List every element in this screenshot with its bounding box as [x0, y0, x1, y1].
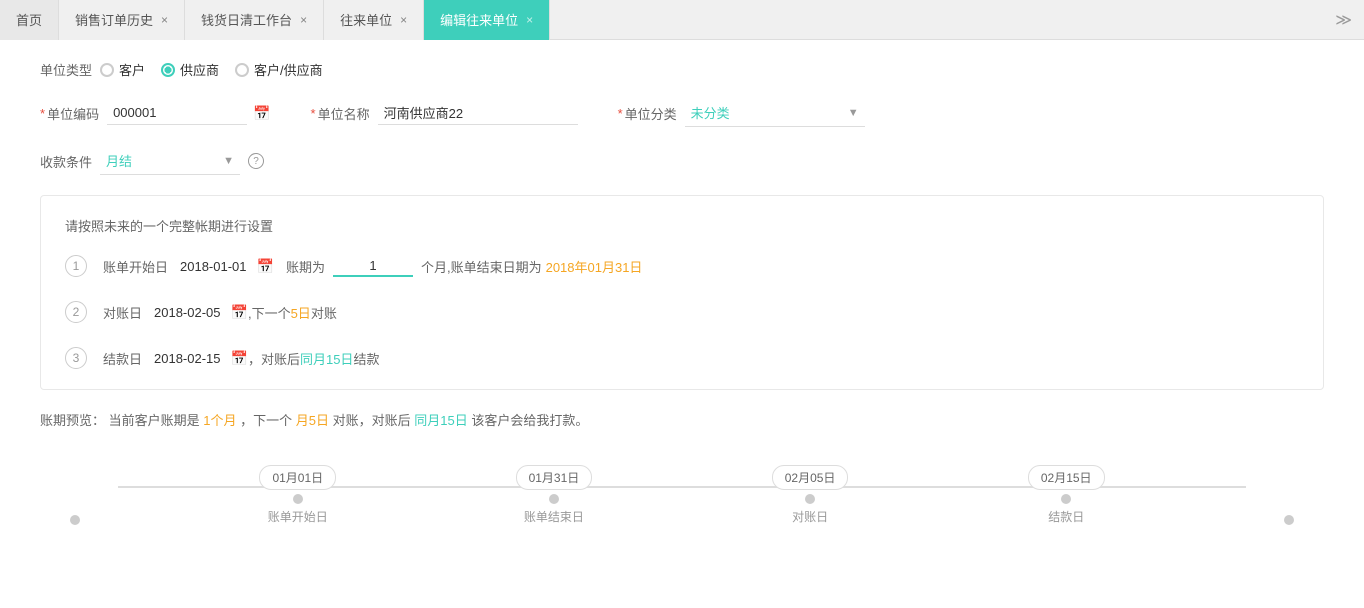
- payment-period-section: 请按照未来的一个完整帐期进行设置 1 账单开始日 2018-01-01 📅 账期…: [40, 195, 1324, 390]
- radio-customer-supplier[interactable]: 客户/供应商: [235, 60, 323, 79]
- tl-label-3: 02月05日: [772, 465, 849, 490]
- timeline-wrapper: 01月01日 账单开始日 01月31日 账单结束日 02月05日 对账日 02月…: [40, 465, 1324, 525]
- payment-cond-label: 收款条件: [40, 152, 92, 171]
- chevron-down-icon: ▼: [223, 155, 234, 167]
- step-3-highlight: 同月15日: [300, 349, 353, 368]
- preview-highlight-2: 月5日: [296, 413, 329, 428]
- radio-supplier[interactable]: 供应商: [161, 60, 219, 79]
- close-icon[interactable]: ×: [526, 13, 533, 27]
- preview-row: 账期预览： 当前客户账期是 1个月 ，下一个 月5日 对账，对账后 同月15日 …: [40, 410, 1324, 449]
- step-3-desc-suffix: 结款: [353, 349, 379, 368]
- step-2-desc-prefix: ,下一个: [248, 303, 291, 322]
- preview-highlight-3: 同月15日: [414, 413, 467, 428]
- tab-partner[interactable]: 往来单位 ×: [324, 0, 424, 40]
- unit-category-select[interactable]: 未分类 ▼: [685, 99, 865, 127]
- step-1-label: 账单开始日: [103, 257, 168, 276]
- tab-edit-partner[interactable]: 编辑往来单位 ×: [424, 0, 550, 40]
- step-1-suffix-before: 账期为: [286, 257, 325, 276]
- step-2-num: 2: [65, 301, 87, 323]
- step-2-date: 2018-02-05: [154, 305, 221, 320]
- timeline-start-dot: [70, 499, 80, 525]
- required-star-cat: *: [618, 106, 623, 121]
- close-icon[interactable]: ×: [161, 13, 168, 27]
- preview-highlight-1: 1个月: [203, 413, 236, 428]
- expand-tabs-button[interactable]: ≫: [1323, 0, 1364, 40]
- tl-label-2: 01月31日: [516, 465, 593, 490]
- payment-cond-select[interactable]: 月结 ▼: [100, 147, 240, 175]
- unit-code-label: 单位编码: [47, 104, 99, 123]
- tl-dot-2: [549, 494, 559, 504]
- timeline-points: 01月01日 账单开始日 01月31日 账单结束日 02月05日 对账日 02月…: [70, 465, 1294, 525]
- step-1-num: 1: [65, 255, 87, 277]
- step-2-label: 对账日: [103, 303, 142, 322]
- tl-desc-1: 账单开始日: [268, 508, 328, 525]
- unit-type-radio-group: 客户 供应商 客户/供应商: [100, 60, 323, 79]
- step-3-date: 2018-02-15: [154, 351, 221, 366]
- payment-cond-row: 收款条件 月结 ▼ ?: [40, 147, 1324, 175]
- unit-code-input[interactable]: [107, 101, 247, 125]
- step-1-date: 2018-01-01: [180, 259, 247, 274]
- radio-customer[interactable]: 客户: [100, 60, 145, 79]
- tabs-bar: 首页 销售订单历史 × 钱货日清工作台 × 往来单位 × 编辑往来单位 × ≫: [0, 0, 1364, 40]
- unit-type-row: 单位类型 客户 供应商 客户/供应商: [40, 60, 1324, 79]
- unit-category-label: 单位分类: [625, 104, 677, 123]
- help-icon[interactable]: ?: [248, 153, 264, 169]
- section-instruction: 请按照未来的一个完整帐期进行设置: [65, 216, 1299, 235]
- tl-desc-4: 结款日: [1048, 508, 1084, 525]
- timeline-point-4: 02月15日 结款日: [1028, 465, 1105, 525]
- step-1-row: 1 账单开始日 2018-01-01 📅 账期为 个月,账单结束日期为 2018…: [65, 255, 1299, 277]
- tab-home[interactable]: 首页: [0, 0, 59, 40]
- tl-label-4: 02月15日: [1028, 465, 1105, 490]
- tab-sales-history[interactable]: 销售订单历史 ×: [59, 0, 185, 40]
- timeline-point-2: 01月31日 账单结束日: [516, 465, 593, 525]
- unit-details-row: * 单位编码 📅 * 单位名称 * 单位分类 未分类 ▼: [40, 99, 1324, 127]
- tl-desc-2: 账单结束日: [524, 508, 584, 525]
- step-3-num: 3: [65, 347, 87, 369]
- period-input[interactable]: [333, 256, 413, 277]
- close-icon[interactable]: ×: [300, 13, 307, 27]
- tl-dot-3: [805, 494, 815, 504]
- tl-label-1: 01月01日: [259, 465, 336, 490]
- step-3-label: 结款日: [103, 349, 142, 368]
- step-1-cal-icon[interactable]: 📅: [257, 258, 274, 275]
- radio-circle-supplier: [161, 63, 175, 77]
- main-content: 单位类型 客户 供应商 客户/供应商 * 单位编码 📅 * 单位名称: [0, 40, 1364, 608]
- step-2-cal-icon[interactable]: 📅: [231, 304, 248, 321]
- tl-dot: [70, 515, 80, 525]
- calendar-icon[interactable]: 📅: [253, 105, 270, 122]
- tl-dot-1: [293, 494, 303, 504]
- step-3-desc-prefix: ，对账后: [248, 349, 300, 368]
- step-2-row: 2 对账日 2018-02-05 📅 ,下一个 5日 对账: [65, 301, 1299, 323]
- timeline-point-3: 02月05日 对账日: [772, 465, 849, 525]
- unit-type-label: 单位类型: [40, 60, 92, 79]
- unit-name-label: 单位名称: [318, 104, 370, 123]
- required-star-code: *: [40, 106, 45, 121]
- step-2-desc-suffix: 对账: [311, 303, 337, 322]
- preview-label: 账期预览： 当前客户账期是 1个月 ，下一个 月5日 对账，对账后 同月15日 …: [40, 410, 588, 429]
- timeline-point-1: 01月01日 账单开始日: [259, 465, 336, 525]
- tab-cash-work[interactable]: 钱货日清工作台 ×: [185, 0, 324, 40]
- step-3-cal-icon[interactable]: 📅: [231, 350, 248, 367]
- step-3-row: 3 结款日 2018-02-15 📅 ，对账后 同月15日 结款: [65, 347, 1299, 369]
- step-1-end-date: 2018年01月31日: [546, 257, 643, 276]
- tl-desc-3: 对账日: [792, 508, 828, 525]
- step-2-highlight: 5日: [291, 303, 311, 322]
- step-1-suffix-after: 个月,账单结束日期为: [421, 257, 542, 276]
- chevron-down-icon: ▼: [848, 107, 859, 119]
- radio-circle-customer: [100, 63, 114, 77]
- tl-dot-end: [1284, 515, 1294, 525]
- unit-name-group: * 单位名称: [311, 101, 578, 125]
- unit-category-group: * 单位分类 未分类 ▼: [618, 99, 865, 127]
- close-icon[interactable]: ×: [400, 13, 407, 27]
- tl-dot-4: [1061, 494, 1071, 504]
- unit-name-input[interactable]: [378, 101, 578, 125]
- radio-circle-both: [235, 63, 249, 77]
- timeline-end-dot: [1284, 499, 1294, 525]
- required-star-name: *: [311, 106, 316, 121]
- unit-code-group: * 单位编码 📅: [40, 101, 271, 125]
